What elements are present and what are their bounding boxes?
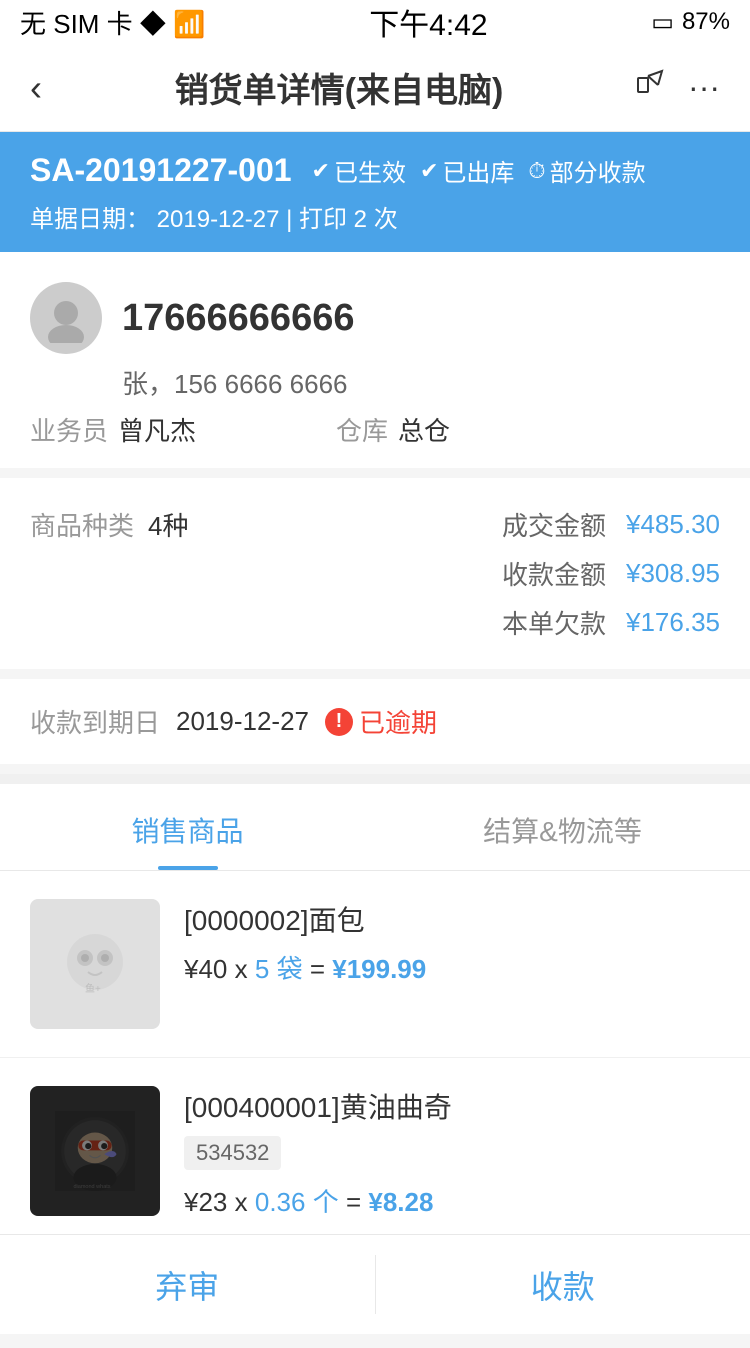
status-partial: ⏱ 部分收款 <box>528 153 645 188</box>
product-price-1: ¥40 x 5 袋 = ¥199.99 <box>184 949 720 986</box>
status-effective: ✔ 已生效 <box>312 153 406 188</box>
product-image-1: 鱼+ <box>30 899 160 1029</box>
bottom-bar: 弃审 收款 <box>0 1234 750 1334</box>
svg-text:diamond whats: diamond whats <box>73 1184 110 1190</box>
confirm-button[interactable]: 收款 <box>376 1235 750 1334</box>
warehouse-name: 总仓 <box>398 411 450 448</box>
print-info: | 打印 2 次 <box>286 206 398 233</box>
nav-bar: ‹ 销货单详情(来自电脑) ··· <box>0 44 750 132</box>
page-title: 销货单详情(来自电脑) <box>175 63 504 112</box>
price-qty-1: 5 <box>255 954 269 984</box>
price-total-1: ¥199.99 <box>332 954 426 984</box>
product-image-2: diamond whats <box>30 1086 160 1216</box>
customer-detail: 业务员 曾凡杰 仓库 总仓 <box>30 411 720 448</box>
product-name-2: [000400001]黄油曲奇 <box>184 1086 720 1126</box>
sales-name: 曾凡杰 <box>118 411 196 448</box>
price-unit-1: 袋 <box>277 954 303 984</box>
check-icon2: ✔ <box>420 158 438 184</box>
summary-left: 商品种类 4种 <box>30 506 188 543</box>
nav-actions: ··· <box>636 68 720 108</box>
section-divider <box>0 774 750 784</box>
banner-date-row: 单据日期： 2019-12-27 | 打印 2 次 <box>30 199 720 234</box>
battery-percent: 87% <box>682 8 730 36</box>
tab-products[interactable]: 销售商品 <box>0 784 375 870</box>
price-sep-1: x <box>235 954 255 984</box>
owed-value: ¥176.35 <box>626 607 720 638</box>
tab-settlement[interactable]: 结算&物流等 <box>375 784 750 870</box>
overdue-text: 已逾期 <box>359 703 437 740</box>
battery-icon: ▭ <box>651 8 674 37</box>
customer-name: 17666666666 <box>122 297 354 340</box>
warehouse: 仓库 总仓 <box>336 411 450 448</box>
price-sep-2: x <box>235 1187 255 1217</box>
customer-row: 17666666666 <box>30 282 720 354</box>
status-left: 无 SIM 卡 ◆ 📶 <box>20 4 206 41</box>
amount-row: 成交金额 ¥485.30 <box>502 506 720 543</box>
order-id: SA-20191227-001 <box>30 152 292 189</box>
status-right: ▭ 87% <box>651 8 730 37</box>
cancel-button[interactable]: 弃审 <box>0 1235 375 1334</box>
summary-right: 成交金额 ¥485.30 收款金额 ¥308.95 本单欠款 ¥176.35 <box>502 506 720 641</box>
status-tags: ✔ 已生效 ✔ 已出库 ⏱ 部分收款 <box>312 153 646 188</box>
status-time: 下午4:42 <box>369 0 487 44</box>
due-date-value: 2019-12-27 <box>176 706 309 737</box>
received-label: 收款金额 <box>502 555 606 592</box>
overdue-badge: ! 已逾期 <box>325 703 437 740</box>
check-icon: ✔ <box>312 158 330 184</box>
customer-section: 17666666666 张，156 6666 6666 业务员 曾凡杰 仓库 总… <box>0 252 750 468</box>
type-value: 4种 <box>148 506 188 543</box>
due-section: 收款到期日 2019-12-27 ! 已逾期 <box>0 679 750 764</box>
product-type-row: 商品种类 4种 <box>30 506 188 543</box>
customer-sub: 张，156 6666 6666 <box>122 364 720 401</box>
product-name-1: [0000002]面包 <box>184 899 720 939</box>
more-button[interactable]: ··· <box>688 69 720 106</box>
summary-section: 商品种类 4种 成交金额 ¥485.30 收款金额 ¥308.95 本单欠款 ¥… <box>0 478 750 669</box>
product-item: 鱼+ [0000002]面包 ¥40 x 5 袋 = ¥199.99 <box>0 871 750 1058</box>
price-qty-2: 0.36 <box>255 1187 306 1217</box>
product-price-2: ¥23 x 0.36 个 = ¥8.28 <box>184 1182 720 1219</box>
received-value: ¥308.95 <box>626 558 720 589</box>
back-button[interactable]: ‹ <box>30 67 42 109</box>
tabs-section: 销售商品 结算&物流等 <box>0 784 750 871</box>
clock-icon: ⏱ <box>528 158 545 184</box>
owed-label: 本单欠款 <box>502 604 606 641</box>
svg-text:鱼+: 鱼+ <box>85 982 101 995</box>
product-sku-2: 534532 <box>184 1136 281 1170</box>
status-bar: 无 SIM 卡 ◆ 📶 下午4:42 ▭ 87% <box>0 0 750 44</box>
price-eq-2: = <box>346 1187 368 1217</box>
customer-avatar <box>30 282 102 354</box>
price-base-2: ¥23 <box>184 1187 227 1217</box>
products-section: 鱼+ [0000002]面包 ¥40 x 5 袋 = ¥199.99 <box>0 871 750 1248</box>
date-label: 单据日期： <box>30 206 150 233</box>
order-date: 2019-12-27 <box>157 206 280 233</box>
type-label: 商品种类 <box>30 506 134 543</box>
sales-person: 业务员 曾凡杰 <box>30 411 196 448</box>
product-item-2: diamond whats [000400001]黄油曲奇 534532 ¥23… <box>0 1058 750 1248</box>
product-info-2: [000400001]黄油曲奇 534532 ¥23 x 0.36 个 = ¥8… <box>184 1086 720 1219</box>
amount-label: 成交金额 <box>502 506 606 543</box>
amount-value: ¥485.30 <box>626 509 720 540</box>
price-base-1: ¥40 <box>184 954 227 984</box>
price-unit-2: 个 <box>313 1187 339 1217</box>
overdue-icon: ! <box>325 708 353 736</box>
banner-row1: SA-20191227-001 ✔ 已生效 ✔ 已出库 ⏱ 部分收款 <box>30 152 720 189</box>
due-label: 收款到期日 <box>30 703 160 740</box>
status-shipped: ✔ 已出库 <box>420 153 514 188</box>
price-eq-1: = <box>310 954 332 984</box>
price-total-2: ¥8.28 <box>368 1187 433 1217</box>
received-row: 收款金额 ¥308.95 <box>502 555 720 592</box>
warehouse-label: 仓库 <box>336 411 388 448</box>
share-button[interactable] <box>636 68 668 108</box>
owed-row: 本单欠款 ¥176.35 <box>502 604 720 641</box>
sales-label: 业务员 <box>30 411 108 448</box>
product-info-1: [0000002]面包 ¥40 x 5 袋 = ¥199.99 <box>184 899 720 986</box>
header-banner: SA-20191227-001 ✔ 已生效 ✔ 已出库 ⏱ 部分收款 单据日期：… <box>0 132 750 252</box>
